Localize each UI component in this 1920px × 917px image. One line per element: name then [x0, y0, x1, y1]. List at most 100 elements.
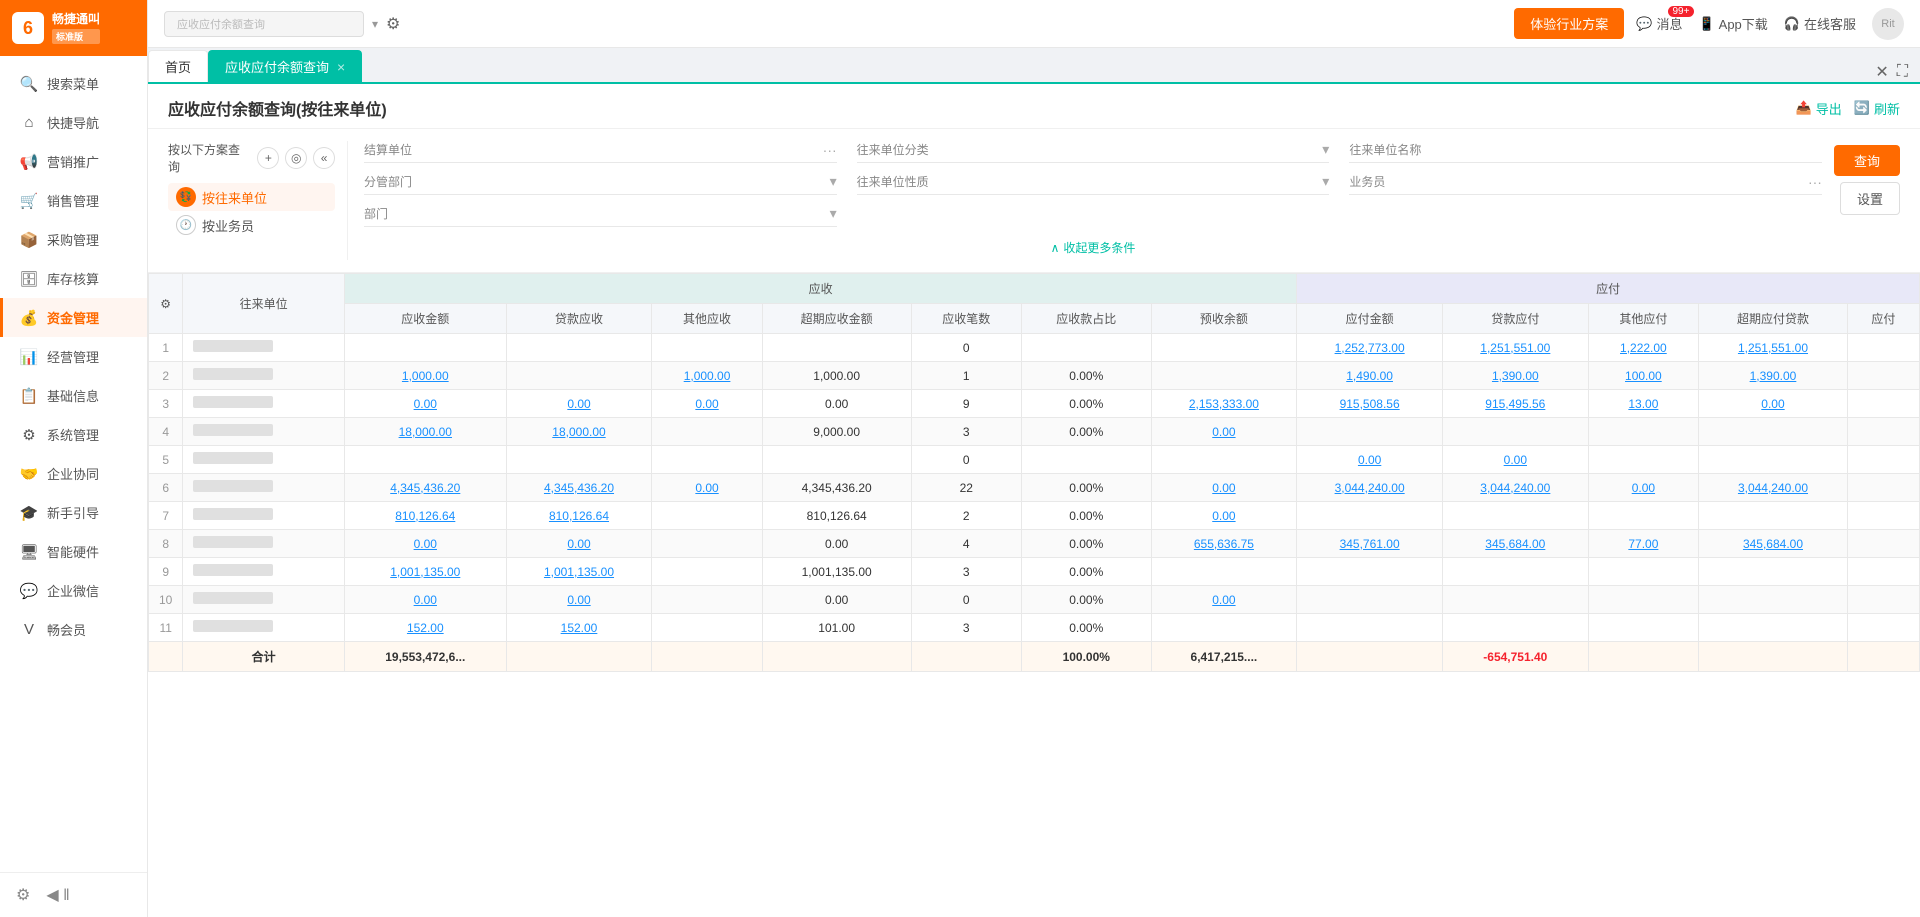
dept-dropdown-icon[interactable]: ▾: [830, 173, 837, 190]
sidebar-item-purchase[interactable]: 📦 采购管理: [0, 220, 147, 259]
table-cell[interactable]: 1,001,135.00: [506, 558, 652, 586]
setting-button[interactable]: 设置: [1840, 182, 1900, 215]
sidebar-item-finance[interactable]: 💰 资金管理: [0, 298, 147, 337]
sidebar-item-collab[interactable]: 🤝 企业协同: [0, 454, 147, 493]
table-cell[interactable]: 1,390.00: [1699, 362, 1848, 390]
collapse-button[interactable]: ∧ 收起更多条件: [1051, 235, 1136, 260]
message-button[interactable]: 💬 消息 99+: [1636, 14, 1682, 33]
subdept-dropdown-icon[interactable]: ▾: [830, 205, 837, 222]
table-cell[interactable]: 0.00: [1442, 446, 1588, 474]
table-cell[interactable]: 1,000.00: [344, 362, 506, 390]
app-download-button[interactable]: 📱 App下载: [1698, 14, 1767, 33]
chevron-down-icon[interactable]: ▾: [372, 17, 378, 31]
table-cell[interactable]: 18,000.00: [506, 418, 652, 446]
table-cell[interactable]: 1,222.00: [1588, 334, 1698, 362]
table-cell[interactable]: 810,126.64: [506, 502, 652, 530]
category-input[interactable]: [929, 143, 1323, 157]
table-cell[interactable]: 77.00: [1588, 530, 1698, 558]
table-cell[interactable]: 1,000.00: [652, 362, 762, 390]
table-cell[interactable]: 3,044,240.00: [1442, 474, 1588, 502]
table-cell[interactable]: 1,252,773.00: [1297, 334, 1443, 362]
settlement-dots-icon[interactable]: ···: [823, 142, 837, 158]
table-cell[interactable]: 100.00: [1588, 362, 1698, 390]
gear-icon[interactable]: ⚙: [386, 14, 400, 34]
table-cell[interactable]: 0.00: [1297, 446, 1443, 474]
unit-name-input[interactable]: [1421, 143, 1822, 157]
table-cell[interactable]: 2,153,333.00: [1151, 390, 1297, 418]
nature-input[interactable]: [929, 175, 1323, 189]
table-cell[interactable]: 0.00: [1151, 418, 1297, 446]
user-avatar[interactable]: Rit: [1872, 8, 1904, 40]
tab-home[interactable]: 首页: [148, 50, 208, 82]
table-cell[interactable]: 1,001,135.00: [344, 558, 506, 586]
table-cell[interactable]: 1,251,551.00: [1442, 334, 1588, 362]
table-cell[interactable]: 0.00: [652, 474, 762, 502]
settlement-input[interactable]: [434, 143, 823, 157]
refresh-button[interactable]: 🔄 刷新: [1854, 99, 1900, 118]
table-cell[interactable]: 0.00: [506, 530, 652, 558]
category-dropdown-icon[interactable]: ▾: [1322, 141, 1329, 158]
table-cell[interactable]: 0.00: [1151, 474, 1297, 502]
tab-close-window-icon[interactable]: ✕: [1875, 62, 1888, 82]
sidebar-item-wechat[interactable]: 💬 企业微信: [0, 571, 147, 610]
table-cell[interactable]: 152.00: [506, 614, 652, 642]
filter-target-icon[interactable]: ◎: [285, 147, 307, 169]
cta-button[interactable]: 体验行业方案: [1514, 8, 1624, 39]
query-button[interactable]: 查询: [1834, 145, 1900, 176]
table-cell[interactable]: 1,390.00: [1442, 362, 1588, 390]
table-cell[interactable]: 0.00: [506, 586, 652, 614]
table-cell[interactable]: 152.00: [344, 614, 506, 642]
salesperson-input[interactable]: [1419, 175, 1808, 189]
sidebar-item-marketing[interactable]: 📢 营销推广: [0, 142, 147, 181]
filter-arrow-icon[interactable]: «: [313, 147, 335, 169]
sidebar-item-inventory[interactable]: 🗄 库存核算: [0, 259, 147, 298]
table-cell[interactable]: 3,044,240.00: [1699, 474, 1848, 502]
sidebar-item-guide[interactable]: 🎓 新手引导: [0, 493, 147, 532]
sidebar-item-hardware[interactable]: 🖥 智能硬件: [0, 532, 147, 571]
salesperson-dots-icon[interactable]: ···: [1808, 174, 1822, 190]
table-cell[interactable]: 18,000.00: [344, 418, 506, 446]
table-cell[interactable]: 4,345,436.20: [506, 474, 652, 502]
dept-input[interactable]: [434, 175, 830, 189]
sidebar-settings-icon[interactable]: ⚙: [16, 885, 30, 905]
table-cell[interactable]: 4,345,436.20: [344, 474, 506, 502]
table-cell[interactable]: 0.00: [652, 390, 762, 418]
table-cell[interactable]: 0.00: [1588, 474, 1698, 502]
table-cell[interactable]: 0.00: [506, 390, 652, 418]
nature-dropdown-icon[interactable]: ▾: [1322, 173, 1329, 190]
col-settings[interactable]: ⚙: [149, 274, 183, 334]
table-cell[interactable]: 1,251,551.00: [1699, 334, 1848, 362]
table-cell[interactable]: 1,490.00: [1297, 362, 1443, 390]
sidebar-item-search[interactable]: 🔍 搜索菜单: [0, 64, 147, 103]
sidebar-item-sales[interactable]: 🛒 销售管理: [0, 181, 147, 220]
tab-close-icon[interactable]: ×: [337, 59, 345, 75]
table-cell[interactable]: 13.00: [1588, 390, 1698, 418]
tab-ar-query[interactable]: 应收应付余额查询 ×: [208, 50, 362, 82]
table-cell[interactable]: 0.00: [344, 530, 506, 558]
table-cell[interactable]: 0.00: [1151, 586, 1297, 614]
table-cell[interactable]: 915,495.56: [1442, 390, 1588, 418]
table-settings-icon[interactable]: ⚙: [160, 297, 171, 311]
sidebar-item-member[interactable]: V 畅会员: [0, 610, 147, 649]
table-cell[interactable]: 345,684.00: [1442, 530, 1588, 558]
sidebar-collapse-icon[interactable]: ◀ ‖: [46, 885, 69, 905]
table-cell[interactable]: 0.00: [344, 390, 506, 418]
table-cell[interactable]: 810,126.64: [344, 502, 506, 530]
table-cell[interactable]: 915,508.56: [1297, 390, 1443, 418]
sidebar-item-system[interactable]: ⚙ 系统管理: [0, 415, 147, 454]
sidebar-item-operations[interactable]: 📊 经营管理: [0, 337, 147, 376]
table-cell[interactable]: 0.00: [344, 586, 506, 614]
filter-option-by-unit[interactable]: 💱 按往来单位: [168, 183, 335, 211]
tab-maximize-icon[interactable]: ⛶: [1897, 63, 1908, 81]
table-cell[interactable]: 345,684.00: [1699, 530, 1848, 558]
table-cell[interactable]: 3,044,240.00: [1297, 474, 1443, 502]
filter-option-by-staff[interactable]: 🕐 按业务员: [168, 211, 335, 239]
table-cell[interactable]: 345,761.00: [1297, 530, 1443, 558]
subdept-input[interactable]: [434, 207, 830, 221]
service-button[interactable]: 🎧 在线客服: [1784, 14, 1856, 33]
sidebar-item-basic[interactable]: 📋 基础信息: [0, 376, 147, 415]
table-cell[interactable]: 0.00: [1699, 390, 1848, 418]
table-cell[interactable]: 655,636.75: [1151, 530, 1297, 558]
export-button[interactable]: 📤 导出: [1796, 99, 1842, 118]
table-cell[interactable]: 0.00: [1151, 502, 1297, 530]
